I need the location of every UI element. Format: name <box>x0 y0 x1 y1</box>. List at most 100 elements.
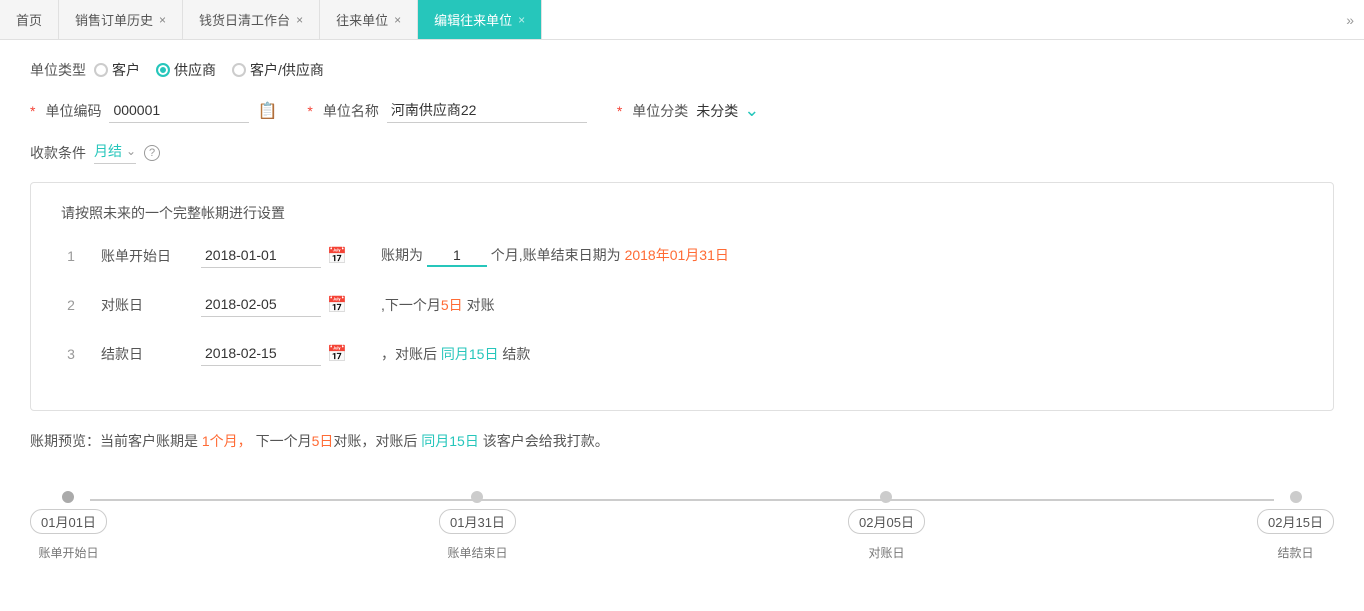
unit-category-label: 单位分类 <box>632 101 688 121</box>
timeline-badge-4: 02月15日 <box>1257 509 1334 534</box>
close-tab-cash[interactable]: × <box>296 13 303 27</box>
timeline-badge-1: 01月01日 <box>30 509 107 534</box>
tab-edit-partner[interactable]: 编辑往来单位 × <box>418 0 542 39</box>
unit-code-group: * 单位编码 📋 <box>30 98 277 123</box>
period-setup-card: 请按照未来的一个完整帐期进行设置 1 账单开始日 📅 账期为 个月,账单结束日期… <box>30 182 1334 411</box>
timeline-badge-2: 01月31日 <box>439 509 516 534</box>
unit-code-label: 单位编码 <box>45 101 101 121</box>
unit-code-input[interactable] <box>109 98 249 123</box>
help-icon-text: ? <box>149 147 155 159</box>
unit-name-label: 单位名称 <box>323 101 379 121</box>
tab-partner-label: 往来单位 <box>336 10 388 29</box>
step-1-desc-suffix: 个月,账单结束日期为 <box>491 247 621 263</box>
unit-category-dropdown[interactable]: 未分类 ⌄ <box>696 100 759 121</box>
payment-terms-label: 收款条件 <box>30 143 86 163</box>
step-2-row: 2 对账日 📅 ,下一个月5日 对账 <box>61 292 1303 317</box>
unit-code-copy-icon[interactable]: 📋 <box>257 101 277 121</box>
step-2-calendar-icon[interactable]: 📅 <box>327 295 347 315</box>
close-tab-sales[interactable]: × <box>159 13 166 27</box>
tab-edit-label: 编辑往来单位 <box>434 10 512 29</box>
step-2-date-input[interactable] <box>201 292 321 317</box>
close-tab-partner[interactable]: × <box>394 13 401 27</box>
preview-part4: 该客户会给我打款。 <box>483 433 609 449</box>
timeline-item-1: 01月01日 账单开始日 <box>30 491 107 561</box>
tab-bar: 首页 销售订单历史 × 钱货日清工作台 × 往来单位 × 编辑往来单位 × » <box>0 0 1364 40</box>
step-2-label: 对账日 <box>101 295 181 315</box>
step-3-row: 3 结款日 📅 ，对账后 同月15日 结款 <box>61 341 1303 366</box>
step-1-row: 1 账单开始日 📅 账期为 个月,账单结束日期为 2018年01月31日 <box>61 243 1303 268</box>
timeline-sublabel-1: 账单开始日 <box>38 544 98 561</box>
radio-both-label: 客户/供应商 <box>250 60 324 80</box>
radio-circle-supplier <box>156 63 170 77</box>
radio-supplier-label: 供应商 <box>174 60 216 80</box>
timeline-item-3: 02月05日 对账日 <box>848 491 925 561</box>
tab-partner-units[interactable]: 往来单位 × <box>320 0 418 39</box>
radio-both[interactable]: 客户/供应商 <box>232 60 324 80</box>
tab-sales-label: 销售订单历史 <box>75 10 153 29</box>
step-3-label: 结款日 <box>101 344 181 364</box>
step-2-desc-prefix: ,下一个月 <box>381 297 441 313</box>
radio-circle-customer <box>94 63 108 77</box>
step-1-label: 账单开始日 <box>101 246 181 266</box>
radio-customer[interactable]: 客户 <box>94 60 140 80</box>
step-3-num: 3 <box>61 346 81 362</box>
timeline-badge-3: 02月05日 <box>848 509 925 534</box>
step-2-desc-suffix: 对账 <box>463 297 495 313</box>
timeline-sublabel-3: 对账日 <box>868 544 904 561</box>
step-2-desc: ,下一个月5日 对账 <box>381 295 495 315</box>
timeline-dot-4 <box>1290 491 1302 503</box>
preview-part2-prefix: 下一个月 <box>256 433 312 449</box>
tab-home-label: 首页 <box>16 10 42 29</box>
payment-terms-chevron: ⌄ <box>126 144 136 158</box>
timeline-items: 01月01日 账单开始日 01月31日 账单结束日 02月05日 对账日 <box>30 491 1334 561</box>
card-title: 请按照未来的一个完整帐期进行设置 <box>61 203 1303 223</box>
step-3-desc: ，对账后 同月15日 结款 <box>381 344 530 364</box>
step-3-desc-suffix: 结款 <box>498 346 530 362</box>
step-2-date-group: 📅 <box>201 292 361 317</box>
step-3-date-input[interactable] <box>201 341 321 366</box>
tab-cash-reconciliation[interactable]: 钱货日清工作台 × <box>183 0 320 39</box>
payment-terms-value: 月结 <box>94 141 122 161</box>
help-icon[interactable]: ? <box>144 145 160 161</box>
step-1-date-group: 📅 <box>201 243 361 268</box>
unit-category-star: * <box>617 103 622 119</box>
unit-info-row: * 单位编码 📋 * 单位名称 * 单位分类 未分类 ⌄ <box>30 98 1334 123</box>
tab-sales-order-history[interactable]: 销售订单历史 × <box>59 0 183 39</box>
tab-home[interactable]: 首页 <box>0 0 59 39</box>
preview-part2-suffix: 对账，对账后 <box>333 433 417 449</box>
radio-circle-both <box>232 63 246 77</box>
unit-type-label: 单位类型 <box>30 60 86 80</box>
step-3-desc-prefix: ，对账后 <box>381 346 441 362</box>
preview-part1: 1个月， <box>202 433 252 449</box>
step-2-num: 2 <box>61 297 81 313</box>
timeline-dot-3 <box>880 491 892 503</box>
step-1-date-input[interactable] <box>201 243 321 268</box>
payment-terms-select[interactable]: 月结 ⌄ <box>94 141 136 164</box>
step-1-num: 1 <box>61 248 81 264</box>
timeline-dot-2 <box>471 491 483 503</box>
preview-part2-highlight: 5日 <box>312 433 334 449</box>
unit-category-value: 未分类 <box>696 101 738 121</box>
step-3-calendar-icon[interactable]: 📅 <box>327 344 347 364</box>
unit-name-input[interactable] <box>387 98 587 123</box>
period-months-input[interactable] <box>427 245 487 267</box>
tab-expand-button[interactable]: » <box>1336 0 1364 39</box>
step-1-desc: 账期为 个月,账单结束日期为 2018年01月31日 <box>381 245 729 267</box>
step-1-calendar-icon[interactable]: 📅 <box>327 246 347 266</box>
unit-type-row: 单位类型 客户 供应商 客户/供应商 <box>30 60 1334 80</box>
step-3-highlight: 同月15日 <box>441 346 499 362</box>
close-tab-edit[interactable]: × <box>518 13 525 27</box>
unit-category-chevron: ⌄ <box>744 100 759 121</box>
timeline-sublabel-2: 账单结束日 <box>447 544 507 561</box>
tab-cash-label: 钱货日清工作台 <box>199 10 290 29</box>
preview-section: 账期预览：当前客户账期是 1个月， 下一个月5日对账，对账后 同月15日 该客户… <box>30 431 1334 591</box>
unit-code-star: * <box>30 103 35 119</box>
timeline-dot-1 <box>62 491 74 503</box>
unit-name-star: * <box>307 103 312 119</box>
unit-name-group: * 单位名称 <box>307 98 586 123</box>
preview-part3-highlight: 同月15日 <box>421 433 479 449</box>
step-3-date-group: 📅 <box>201 341 361 366</box>
main-content: 单位类型 客户 供应商 客户/供应商 * 单位编码 <box>0 40 1364 611</box>
radio-supplier[interactable]: 供应商 <box>156 60 216 80</box>
timeline: 01月01日 账单开始日 01月31日 账单结束日 02月05日 对账日 <box>30 471 1334 591</box>
